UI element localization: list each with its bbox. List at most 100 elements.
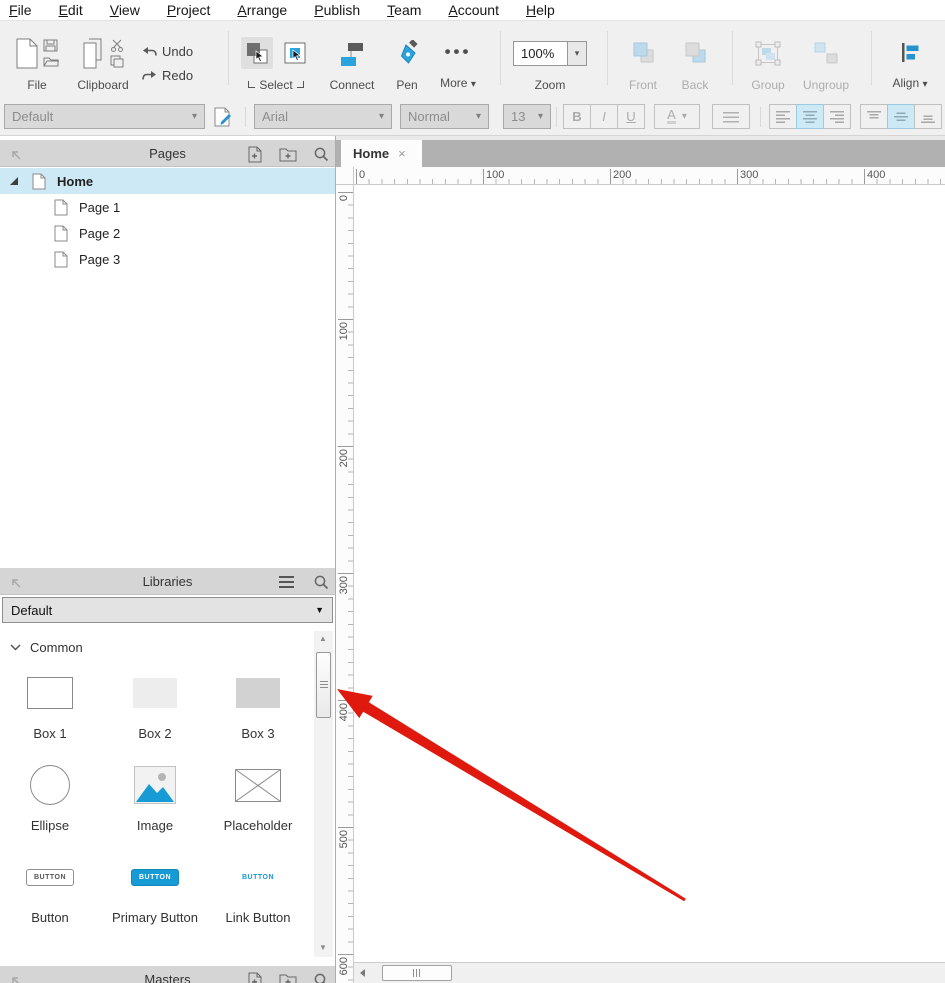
valign-top-button[interactable] bbox=[860, 104, 888, 129]
widget-primary-button[interactable]: BUTTON Primary Button bbox=[107, 854, 203, 925]
open-folder-icon[interactable] bbox=[43, 55, 59, 67]
align-button[interactable]: Align bbox=[884, 28, 936, 92]
ungroup-button[interactable]: Ungroup bbox=[798, 28, 854, 92]
menu-arrange[interactable]: Arrange bbox=[237, 2, 287, 18]
widget-image[interactable]: Image bbox=[107, 762, 203, 833]
toolbar-separator bbox=[732, 31, 733, 85]
ruler-label: 100 bbox=[486, 169, 504, 181]
library-section-common[interactable]: Common bbox=[10, 640, 83, 655]
add-folder-icon[interactable] bbox=[279, 145, 297, 163]
search-icon[interactable] bbox=[312, 573, 330, 591]
menu-team[interactable]: Team bbox=[387, 2, 421, 18]
page-item-home[interactable]: Home bbox=[0, 168, 335, 194]
align-left-button[interactable] bbox=[769, 104, 797, 129]
canvas-hscrollbar-thumb[interactable] bbox=[382, 965, 452, 981]
line-spacing-button[interactable] bbox=[712, 104, 750, 129]
align-right-button[interactable] bbox=[823, 104, 851, 129]
search-icon[interactable] bbox=[312, 145, 330, 163]
caret-down-icon bbox=[471, 79, 476, 90]
select-label: Select bbox=[248, 78, 303, 92]
widget-box1[interactable]: Box 1 bbox=[2, 670, 98, 741]
font-color-button[interactable]: A bbox=[654, 104, 700, 129]
tab-close-icon[interactable]: × bbox=[398, 146, 406, 161]
send-back-button[interactable]: Back bbox=[672, 28, 718, 92]
ruler-label: 400 bbox=[338, 703, 351, 721]
widget-button[interactable]: BUTTON Button bbox=[2, 854, 98, 925]
menu-file[interactable]: File bbox=[9, 2, 32, 18]
font-family-select[interactable]: Arial bbox=[254, 104, 392, 129]
zoom-control-group: 100% Zoom bbox=[512, 28, 588, 92]
bold-button[interactable]: B bbox=[563, 104, 591, 129]
italic-button[interactable]: I bbox=[590, 104, 618, 129]
select-mode-group: Select bbox=[236, 28, 316, 92]
widget-placeholder[interactable]: Placeholder bbox=[210, 762, 306, 833]
bring-front-icon bbox=[631, 41, 656, 65]
align-center-button[interactable] bbox=[796, 104, 824, 129]
font-weight-select[interactable]: Normal bbox=[400, 104, 489, 129]
align-right-icon bbox=[830, 111, 844, 123]
library-scrollbar-thumb[interactable] bbox=[316, 652, 331, 718]
widget-box3[interactable]: Box 3 bbox=[210, 670, 306, 741]
design-canvas[interactable] bbox=[354, 185, 945, 962]
widget-ellipse[interactable]: Ellipse bbox=[2, 762, 98, 833]
paste-icon[interactable] bbox=[110, 55, 124, 68]
library-select[interactable]: Default bbox=[2, 597, 333, 623]
page-item-page2[interactable]: Page 2 bbox=[0, 220, 335, 246]
page-item-label: Home bbox=[57, 174, 93, 189]
scroll-down-icon[interactable]: ▼ bbox=[319, 944, 327, 952]
undo-button[interactable]: Undo bbox=[142, 42, 193, 62]
menu-account[interactable]: Account bbox=[448, 2, 499, 18]
cut-icon[interactable] bbox=[110, 39, 124, 52]
select-contain-icon[interactable] bbox=[279, 37, 311, 69]
menu-project[interactable]: Project bbox=[167, 2, 211, 18]
save-icon[interactable] bbox=[43, 39, 59, 52]
scroll-up-icon[interactable]: ▲ bbox=[319, 635, 327, 643]
more-tools-button[interactable]: ••• More bbox=[433, 28, 483, 92]
ruler-minor-ticks bbox=[356, 179, 945, 184]
file-tools-group[interactable]: File bbox=[6, 28, 68, 92]
underline-button[interactable]: U bbox=[617, 104, 645, 129]
zoom-value-input[interactable]: 100% bbox=[513, 41, 568, 66]
tab-home[interactable]: Home × bbox=[341, 140, 422, 167]
page-icon bbox=[54, 251, 68, 268]
add-folder-icon[interactable] bbox=[279, 971, 297, 983]
copy-icon[interactable] bbox=[82, 38, 106, 69]
add-page-icon[interactable] bbox=[246, 971, 264, 983]
new-file-icon[interactable] bbox=[15, 38, 39, 69]
redo-button[interactable]: Redo bbox=[142, 66, 193, 86]
more-label: More bbox=[440, 76, 476, 92]
tree-expander-icon[interactable] bbox=[9, 176, 19, 186]
libraries-panel-header: Libraries bbox=[0, 568, 335, 595]
group-button[interactable]: Group bbox=[743, 28, 793, 92]
search-icon[interactable] bbox=[312, 971, 330, 983]
widget-box2[interactable]: Box 2 bbox=[107, 670, 203, 741]
style-preset-select[interactable]: Default bbox=[4, 104, 205, 129]
zoom-caret-button[interactable] bbox=[568, 41, 587, 66]
add-page-icon[interactable] bbox=[246, 145, 264, 163]
menu-hamburger-icon[interactable] bbox=[277, 573, 295, 591]
edit-style-button[interactable] bbox=[212, 106, 234, 128]
menu-edit[interactable]: Edit bbox=[59, 2, 83, 18]
font-size-select[interactable]: 13 bbox=[503, 104, 551, 129]
menu-help[interactable]: Help bbox=[526, 2, 555, 18]
pen-tool[interactable]: Pen bbox=[390, 28, 424, 92]
bring-front-button[interactable]: Front bbox=[620, 28, 666, 92]
widget-link-button[interactable]: BUTTON Link Button bbox=[210, 854, 306, 925]
select-intersect-icon[interactable] bbox=[241, 37, 273, 69]
pages-panel-header: Pages bbox=[0, 140, 335, 167]
connect-tool[interactable]: Connect bbox=[326, 28, 378, 92]
ruler-label: 100 bbox=[338, 322, 351, 340]
canvas-tab-bar: Home × bbox=[336, 140, 945, 167]
canvas-hscrollbar[interactable] bbox=[354, 962, 945, 983]
page-item-page3[interactable]: Page 3 bbox=[0, 246, 335, 272]
page-item-page1[interactable]: Page 1 bbox=[0, 194, 335, 220]
scroll-left-icon[interactable] bbox=[360, 969, 365, 977]
clipboard-tools-group[interactable]: Clipboard bbox=[72, 28, 134, 92]
valign-bottom-button[interactable] bbox=[914, 104, 942, 129]
button-icon: BUTTON bbox=[26, 869, 74, 886]
menu-publish[interactable]: Publish bbox=[314, 2, 360, 18]
vertical-ruler: 0 100 200 300 400 500 600 bbox=[336, 185, 354, 983]
valign-middle-button[interactable] bbox=[887, 104, 915, 129]
menu-view[interactable]: View bbox=[110, 2, 140, 18]
bracket-right-icon bbox=[297, 81, 304, 88]
